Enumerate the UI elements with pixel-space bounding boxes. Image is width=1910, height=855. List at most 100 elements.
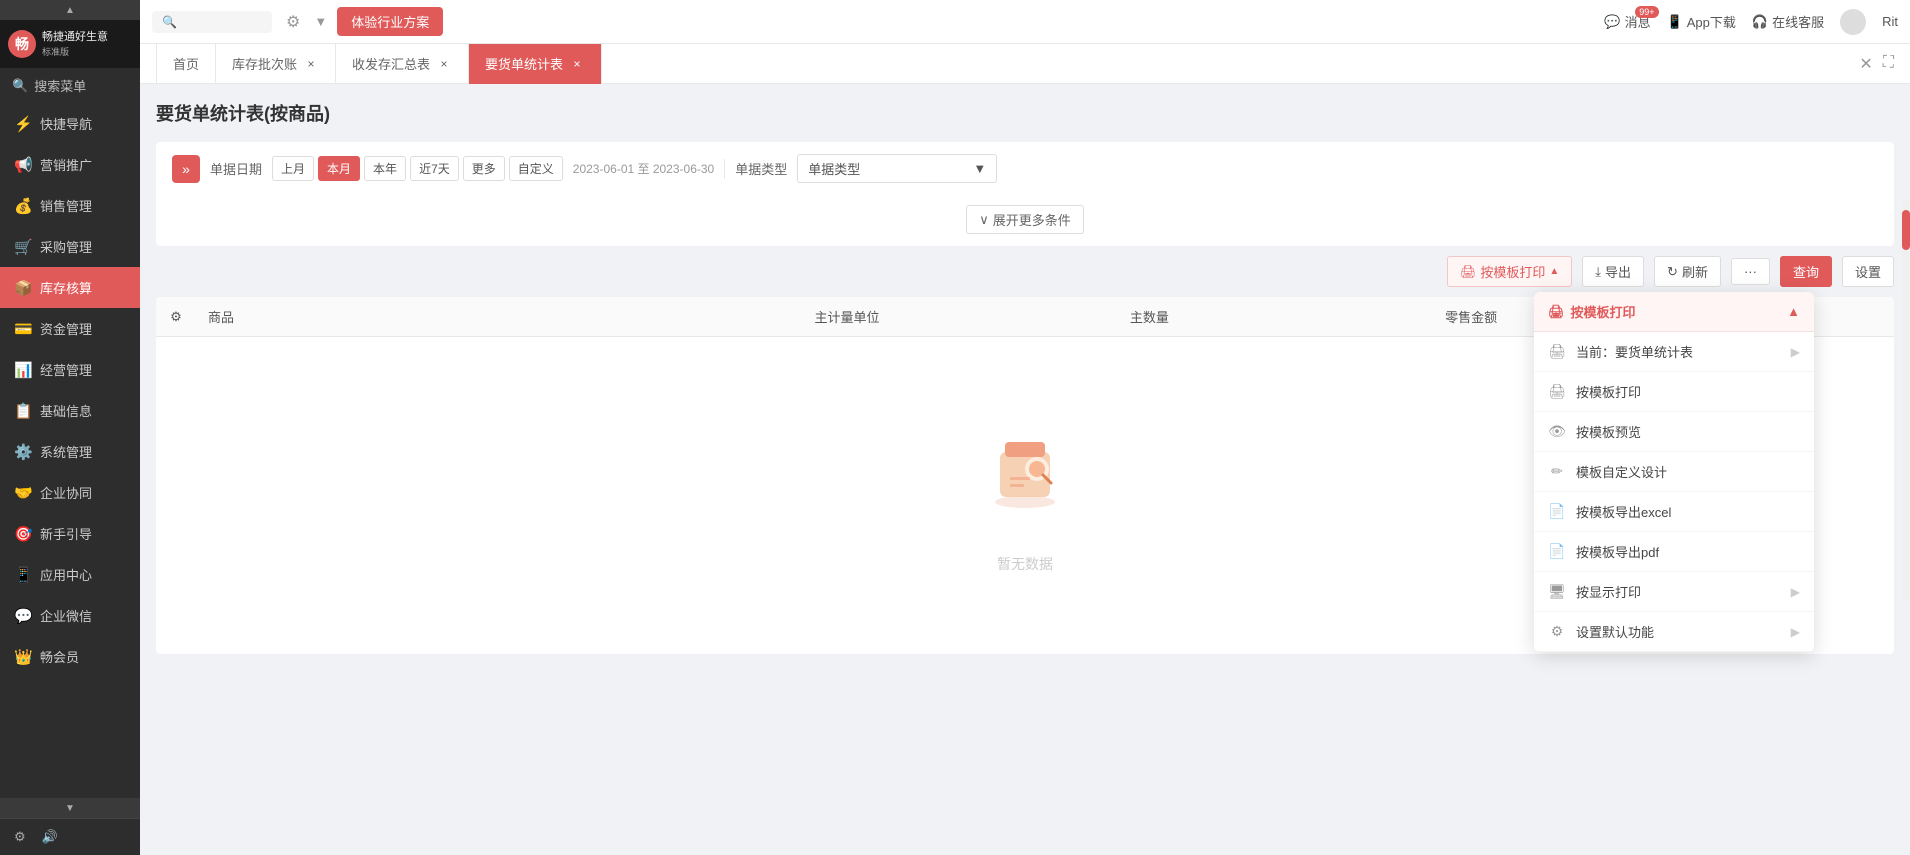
- settings-footer-icon[interactable]: ⚙: [14, 829, 26, 845]
- sidebar-item-label: 营销推广: [40, 155, 92, 174]
- tab-inventory-batch[interactable]: 库存批次账 ×: [216, 44, 336, 84]
- member-icon: 👑: [14, 648, 32, 666]
- scroll-up-arrow[interactable]: ▲: [0, 0, 140, 20]
- window-max-icon[interactable]: ⛶: [1883, 54, 1894, 74]
- quicknav-icon: ⚡: [14, 115, 32, 133]
- user-avatar[interactable]: [1840, 9, 1866, 35]
- logo-icon: 畅: [8, 30, 36, 58]
- sidebar-item-finance[interactable]: 💳 资金管理: [0, 308, 140, 349]
- order-type-label: 单据类型: [735, 159, 787, 178]
- sidebar-item-quicknav[interactable]: ⚡ 快捷导航: [0, 103, 140, 144]
- set-default-label: 设置默认功能: [1576, 622, 1654, 641]
- tab-requisition-stats[interactable]: 要货单统计表 ×: [469, 44, 602, 84]
- date-current-month[interactable]: 本月: [318, 156, 360, 181]
- dropdown-arrow-up[interactable]: ▲: [1787, 304, 1800, 319]
- sidebar-item-appcenter[interactable]: 📱 应用中心: [0, 554, 140, 595]
- sidebar-item-wechat[interactable]: 💬 企业微信: [0, 595, 140, 636]
- template-custom-label: 模板自定义设计: [1576, 462, 1667, 481]
- topbar-gear[interactable]: ⚙: [282, 12, 304, 32]
- refresh-icon: ↻: [1667, 264, 1678, 280]
- topbar-search[interactable]: 🔍: [152, 11, 272, 33]
- more-button[interactable]: ···: [1731, 258, 1770, 285]
- template-print-item[interactable]: 🖨 按模板打印: [1534, 372, 1814, 412]
- column-product-label: 商品: [208, 307, 234, 326]
- headset-icon: 🎧: [1752, 14, 1768, 30]
- template-preview-item[interactable]: 👁 按模板预览: [1534, 412, 1814, 452]
- date-last-7-days[interactable]: 近7天: [410, 156, 459, 181]
- template-custom-icon: ✏: [1548, 463, 1566, 480]
- operations-icon: 📊: [14, 361, 32, 379]
- tab-close-receipt-summary[interactable]: ×: [436, 56, 452, 72]
- scroll-down-arrow[interactable]: ▼: [0, 798, 140, 818]
- sidebar-item-sales[interactable]: 💰 销售管理: [0, 185, 140, 226]
- template-export-pdf-item[interactable]: 📄 按模板导出pdf: [1534, 532, 1814, 572]
- display-print-icon: 🖥: [1548, 583, 1566, 600]
- basic-icon: 📋: [14, 402, 32, 420]
- topbar-dropdown-icon[interactable]: ▼: [314, 14, 327, 29]
- sidebar-item-operations[interactable]: 📊 经营管理: [0, 349, 140, 390]
- sidebar-item-member[interactable]: 👑 畅会员: [0, 636, 140, 677]
- sidebar-item-label: 系统管理: [40, 442, 92, 461]
- current-template-item[interactable]: 🖨 当前：要货单统计表 ▶: [1534, 332, 1814, 372]
- sidebar: ▲ 畅 畅捷通好生意 标准版 🔍 搜索菜单 ⚡ 快捷导航 📢 营销推广 💰 销售…: [0, 0, 140, 855]
- topbar: 🔍 ⚙ ▼ 体验行业方案 💬 消息 99+ 📱 App下载 🎧 在线客服 Rit: [140, 0, 1910, 44]
- date-filter: 上月 本月 本年 近7天 更多 自定义 2023-06-01 至 2023-06…: [272, 156, 714, 181]
- trial-button[interactable]: 体验行业方案: [337, 7, 443, 36]
- template-print-icon: 🖨: [1548, 383, 1566, 400]
- user-name[interactable]: Rit: [1882, 14, 1898, 29]
- date-prev-month[interactable]: 上月: [272, 156, 314, 181]
- order-type-select[interactable]: 单据类型 ▼: [797, 154, 997, 183]
- date-current-year[interactable]: 本年: [364, 156, 406, 181]
- set-default-icon: ⚙: [1548, 623, 1566, 640]
- sidebar-item-collab[interactable]: 🤝 企业协同: [0, 472, 140, 513]
- refresh-label: 刷新: [1682, 262, 1708, 281]
- right-scrollbar[interactable]: [1902, 200, 1910, 600]
- date-more[interactable]: 更多: [463, 156, 505, 181]
- template-custom-item[interactable]: ✏ 模板自定义设计: [1534, 452, 1814, 492]
- settings-button[interactable]: 设置: [1842, 256, 1894, 287]
- tab-home-label: 首页: [173, 54, 199, 73]
- topbar-search-icon: 🔍: [162, 15, 177, 29]
- empty-icon: [975, 417, 1075, 536]
- sidebar-item-inventory[interactable]: 📦 库存核算: [0, 267, 140, 308]
- template-export-pdf-icon: 📄: [1548, 543, 1566, 560]
- sidebar-item-guide[interactable]: 🎯 新手引导: [0, 513, 140, 554]
- template-export-excel-item[interactable]: 📄 按模板导出excel: [1534, 492, 1814, 532]
- chevron-right-icon: ▶: [1791, 345, 1800, 359]
- set-default-item[interactable]: ⚙ 设置默认功能 ▶: [1534, 612, 1814, 652]
- tab-close-inventory-batch[interactable]: ×: [303, 56, 319, 72]
- sidebar-item-basic[interactable]: 📋 基础信息: [0, 390, 140, 431]
- window-controls: ✕ ⛶: [1859, 54, 1894, 74]
- sidebar-item-label: 企业微信: [40, 606, 92, 625]
- search-menu[interactable]: 🔍 搜索菜单: [0, 68, 140, 103]
- print-dropdown-menu: 🖨 按模板打印 ▲ 🖨 当前：要货单统计表 ▶ 🖨 按模板打印: [1534, 292, 1814, 652]
- sidebar-item-system[interactable]: ⚙️ 系统管理: [0, 431, 140, 472]
- column-product: 商品: [196, 307, 803, 326]
- order-type-value: 单据类型: [808, 159, 860, 178]
- help-footer-icon[interactable]: 🔊: [42, 829, 58, 845]
- tab-close-requisition-stats[interactable]: ×: [569, 56, 585, 72]
- display-print-item[interactable]: 🖥 按显示打印 ▶: [1534, 572, 1814, 612]
- refresh-button[interactable]: ↻ 刷新: [1654, 256, 1721, 287]
- window-close-icon[interactable]: ✕: [1859, 54, 1872, 74]
- sidebar-item-marketing[interactable]: 📢 营销推广: [0, 144, 140, 185]
- date-custom[interactable]: 自定义: [509, 156, 563, 181]
- app-name: 畅捷通好生意: [42, 30, 108, 44]
- tab-receipt-summary[interactable]: 收发存汇总表 ×: [336, 44, 469, 84]
- main-container: 🔍 ⚙ ▼ 体验行业方案 💬 消息 99+ 📱 App下载 🎧 在线客服 Rit: [140, 0, 1910, 855]
- app-download-button[interactable]: 📱 App下载: [1667, 12, 1736, 31]
- page-title: 要货单统计表(按商品): [156, 100, 1894, 126]
- online-support-button[interactable]: 🎧 在线客服: [1752, 12, 1824, 31]
- printer-header-icon: 🖨: [1548, 304, 1565, 320]
- filter-toggle-button[interactable]: »: [172, 155, 200, 183]
- scrollbar-thumb[interactable]: [1902, 210, 1910, 250]
- print-template-button[interactable]: 🖨 按模板打印 ▲: [1447, 256, 1572, 287]
- column-settings[interactable]: ⚙: [156, 309, 196, 325]
- message-button[interactable]: 💬 消息 99+: [1604, 12, 1650, 31]
- query-button[interactable]: 查询: [1780, 256, 1832, 287]
- export-button[interactable]: ⤓ 导出: [1582, 256, 1644, 287]
- expand-conditions-button[interactable]: ∨ 展开更多条件: [966, 205, 1084, 234]
- tab-home[interactable]: 首页: [156, 44, 216, 84]
- sidebar-item-purchase[interactable]: 🛒 采购管理: [0, 226, 140, 267]
- app-download-label: App下载: [1687, 12, 1736, 31]
